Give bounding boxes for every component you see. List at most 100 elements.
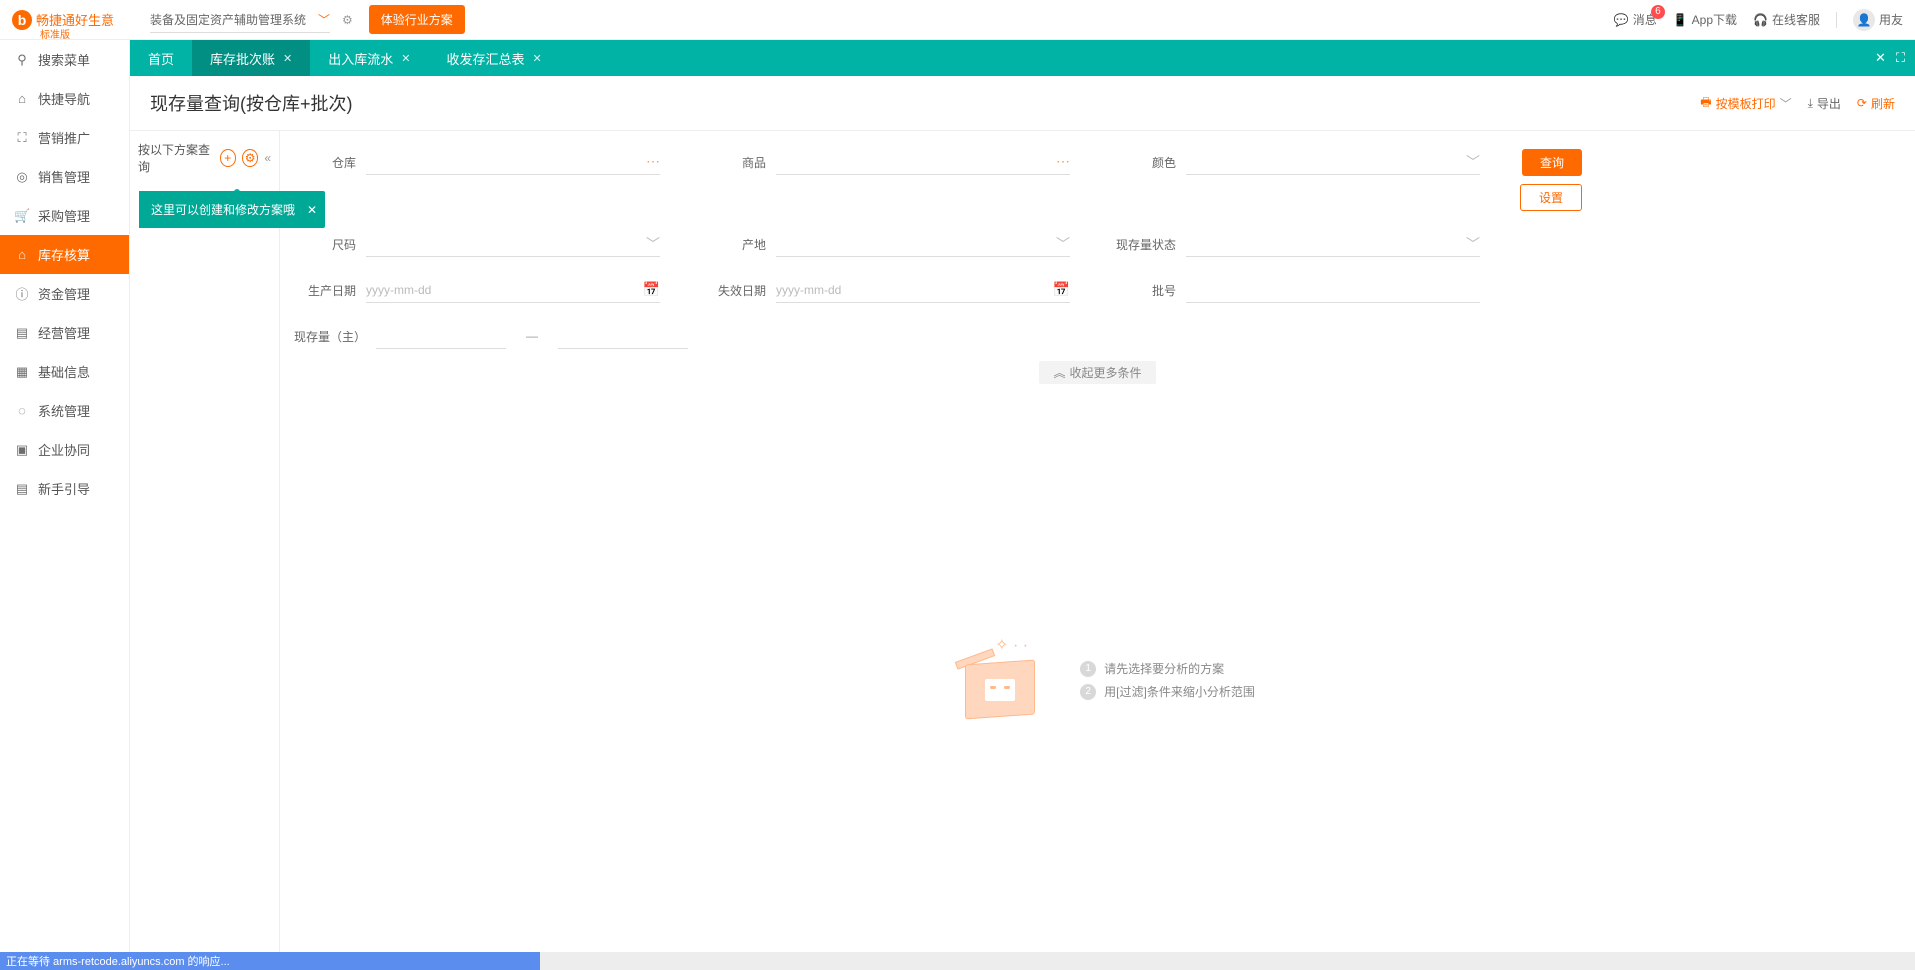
warehouse-input[interactable] bbox=[366, 155, 660, 169]
sidebar-item[interactable]: ◎销售管理 bbox=[0, 157, 129, 196]
refresh-link[interactable]: ⟳ 刷新 bbox=[1857, 95, 1895, 112]
sidebar-item[interactable]: ▤经营管理 bbox=[0, 313, 129, 352]
sidebar-item-icon: ▤ bbox=[14, 481, 30, 497]
label-batch: 批号 bbox=[1110, 282, 1186, 299]
stock-min-input[interactable] bbox=[376, 329, 506, 343]
sidebar-item[interactable]: ⓘ资金管理 bbox=[0, 274, 129, 313]
range-separator: — bbox=[506, 329, 558, 343]
calendar-icon[interactable]: 📅 bbox=[1053, 281, 1070, 298]
page-title: 现存量查询(按仓库+批次) bbox=[150, 90, 353, 116]
customer-service-label: 在线客服 bbox=[1772, 11, 1820, 28]
try-industry-button[interactable]: 体验行业方案 bbox=[369, 5, 465, 34]
sidebar-item-icon: ⌂ bbox=[14, 247, 30, 262]
sidebar-item-icon: ⛶ bbox=[14, 130, 30, 146]
brand-edition: 标准版 bbox=[40, 26, 70, 41]
close-all-tabs-icon[interactable]: ✕ bbox=[1875, 50, 1886, 66]
app-download-label: App下载 bbox=[1692, 11, 1737, 28]
tab-item[interactable]: 库存批次账 ✕ bbox=[192, 40, 310, 76]
scheme-sidebar: 按以下方案查询 + ⚙ « ✓ 按仓库+批次 这里可以创建和修改方案哦 ✕ bbox=[130, 131, 280, 970]
collapse-scheme-icon[interactable]: « bbox=[264, 151, 271, 165]
scheme-tooltip-text: 这里可以创建和修改方案哦 bbox=[151, 203, 295, 217]
page-header: 现存量查询(按仓库+批次) 🖶 按模板打印 ﹀ ⤓ 导出 ⟳ 刷新 bbox=[130, 76, 1915, 131]
close-tooltip-icon[interactable]: ✕ bbox=[307, 203, 317, 217]
label-color: 颜色 bbox=[1110, 154, 1186, 171]
divider bbox=[1836, 12, 1837, 28]
sidebar-item[interactable]: ⚲搜索菜单 bbox=[0, 40, 129, 79]
print-icon: 🖶 bbox=[1700, 93, 1711, 114]
size-input[interactable] bbox=[366, 237, 660, 251]
chevron-down-icon[interactable]: ﹀ bbox=[1466, 152, 1480, 172]
user-name: 用友 bbox=[1879, 11, 1903, 28]
sidebar-item-icon: 🛒 bbox=[14, 208, 30, 224]
close-tab-icon[interactable]: ✕ bbox=[283, 52, 292, 65]
scheme-sidebar-title: 按以下方案查询 bbox=[138, 141, 214, 175]
expire-date-input[interactable] bbox=[776, 283, 1070, 297]
sidebar-item-icon: ◌ bbox=[14, 403, 30, 418]
chevron-down-icon[interactable]: ﹀ bbox=[1466, 234, 1480, 254]
tab-label: 库存批次账 bbox=[210, 49, 275, 68]
scheme-settings-icon[interactable]: ⚙ bbox=[242, 149, 258, 167]
sidebar-item[interactable]: ⛶营销推广 bbox=[0, 118, 129, 157]
customer-service-link[interactable]: 🎧 在线客服 bbox=[1753, 11, 1820, 28]
gear-icon[interactable]: ⚙ bbox=[342, 13, 353, 27]
tab-bar: 首页 库存批次账✕出入库流水✕收发存汇总表✕ ✕ ⛶ bbox=[130, 40, 1915, 76]
tab-item[interactable]: 出入库流水✕ bbox=[310, 40, 428, 76]
messages-link[interactable]: 💬 消息 6 bbox=[1614, 11, 1657, 28]
sidebar-item[interactable]: ⌂库存核算 bbox=[0, 235, 129, 274]
system-selector[interactable]: 装备及固定资产辅助管理系统 ﹀ bbox=[150, 7, 330, 33]
tab-home[interactable]: 首页 bbox=[130, 40, 192, 76]
sidebar-item-icon: ▦ bbox=[14, 364, 30, 380]
sidebar-item-label: 资金管理 bbox=[38, 284, 90, 303]
stock-max-input[interactable] bbox=[558, 329, 688, 343]
sidebar-item[interactable]: ▣企业协同 bbox=[0, 430, 129, 469]
sidebar-item-label: 新手引导 bbox=[38, 479, 90, 498]
label-stock-status: 现存量状态 bbox=[1110, 236, 1186, 253]
export-icon: ⤓ bbox=[1808, 96, 1813, 111]
user-menu[interactable]: 👤 用友 bbox=[1853, 9, 1903, 31]
sidebar-item[interactable]: ▤ 新手引导 bbox=[0, 469, 129, 508]
refresh-label: 刷新 bbox=[1871, 95, 1895, 112]
origin-input[interactable] bbox=[776, 237, 1070, 251]
chevron-down-icon[interactable]: ﹀ bbox=[646, 234, 660, 254]
color-input[interactable] bbox=[1186, 155, 1480, 169]
query-button[interactable]: 查询 bbox=[1522, 149, 1582, 176]
sidebar-item[interactable]: 🛒采购管理 bbox=[0, 196, 129, 235]
close-tab-icon[interactable]: ✕ bbox=[533, 52, 542, 65]
produce-date-input[interactable] bbox=[366, 283, 660, 297]
stock-status-input[interactable] bbox=[1186, 237, 1480, 251]
sidebar-item[interactable]: ◌系统管理 bbox=[0, 391, 129, 430]
step-badge-2: 2 bbox=[1080, 684, 1096, 700]
close-tab-icon[interactable]: ✕ bbox=[401, 52, 410, 65]
sidebar-item[interactable]: ▦基础信息 bbox=[0, 352, 129, 391]
product-input[interactable] bbox=[776, 155, 1070, 169]
chevron-down-icon: ﹀ bbox=[318, 11, 330, 28]
collapse-filters-button[interactable]: ︽ 收起更多条件 bbox=[1039, 361, 1155, 384]
batch-input[interactable] bbox=[1186, 283, 1480, 297]
app-download-link[interactable]: 📱 App下载 bbox=[1673, 11, 1737, 28]
sidebar-item-label: 快捷导航 bbox=[38, 89, 90, 108]
sidebar-item[interactable]: ⌂快捷导航 bbox=[0, 79, 129, 118]
main-area: 首页 库存批次账✕出入库流水✕收发存汇总表✕ ✕ ⛶ 现存量查询(按仓库+批次)… bbox=[130, 40, 1915, 970]
settings-button[interactable]: 设置 bbox=[1520, 184, 1582, 211]
sidebar-item-label: 经营管理 bbox=[38, 323, 90, 342]
export-link[interactable]: ⤓ 导出 bbox=[1808, 95, 1841, 112]
sidebar-item-icon: ▣ bbox=[14, 442, 30, 458]
brand-logo-icon: b bbox=[12, 10, 32, 30]
add-scheme-icon[interactable]: + bbox=[220, 149, 236, 167]
step-badge-1: 1 bbox=[1080, 661, 1096, 677]
chevron-down-icon: ﹀ bbox=[1780, 95, 1792, 112]
lookup-icon[interactable]: ⋯ bbox=[1056, 153, 1070, 170]
print-template-link[interactable]: 🖶 按模板打印 ﹀ bbox=[1700, 93, 1791, 114]
label-expire-date: 失效日期 bbox=[700, 282, 776, 299]
empty-state: ✧ · · 1请先选择要分析的方案 2用[过滤]条件来缩小分析范围 bbox=[280, 390, 1915, 970]
label-origin: 产地 bbox=[700, 236, 776, 253]
lookup-icon[interactable]: ⋯ bbox=[646, 153, 660, 170]
chevron-down-icon[interactable]: ﹀ bbox=[1056, 234, 1070, 254]
tab-item[interactable]: 收发存汇总表✕ bbox=[428, 40, 559, 76]
calendar-icon[interactable]: 📅 bbox=[643, 281, 660, 298]
browser-status-bar: 正在等待 arms-retcode.aliyuncs.com 的响应... bbox=[0, 952, 1915, 970]
avatar-icon: 👤 bbox=[1853, 9, 1875, 31]
filter-form-area: 仓库⋯ 商品⋯ 颜色﹀ 查询 设置 尺码﹀ 产地﹀ 现存量状态﹀ bbox=[280, 131, 1915, 970]
sidebar-item-icon: ◎ bbox=[14, 169, 30, 185]
fullscreen-icon[interactable]: ⛶ bbox=[1896, 50, 1905, 66]
